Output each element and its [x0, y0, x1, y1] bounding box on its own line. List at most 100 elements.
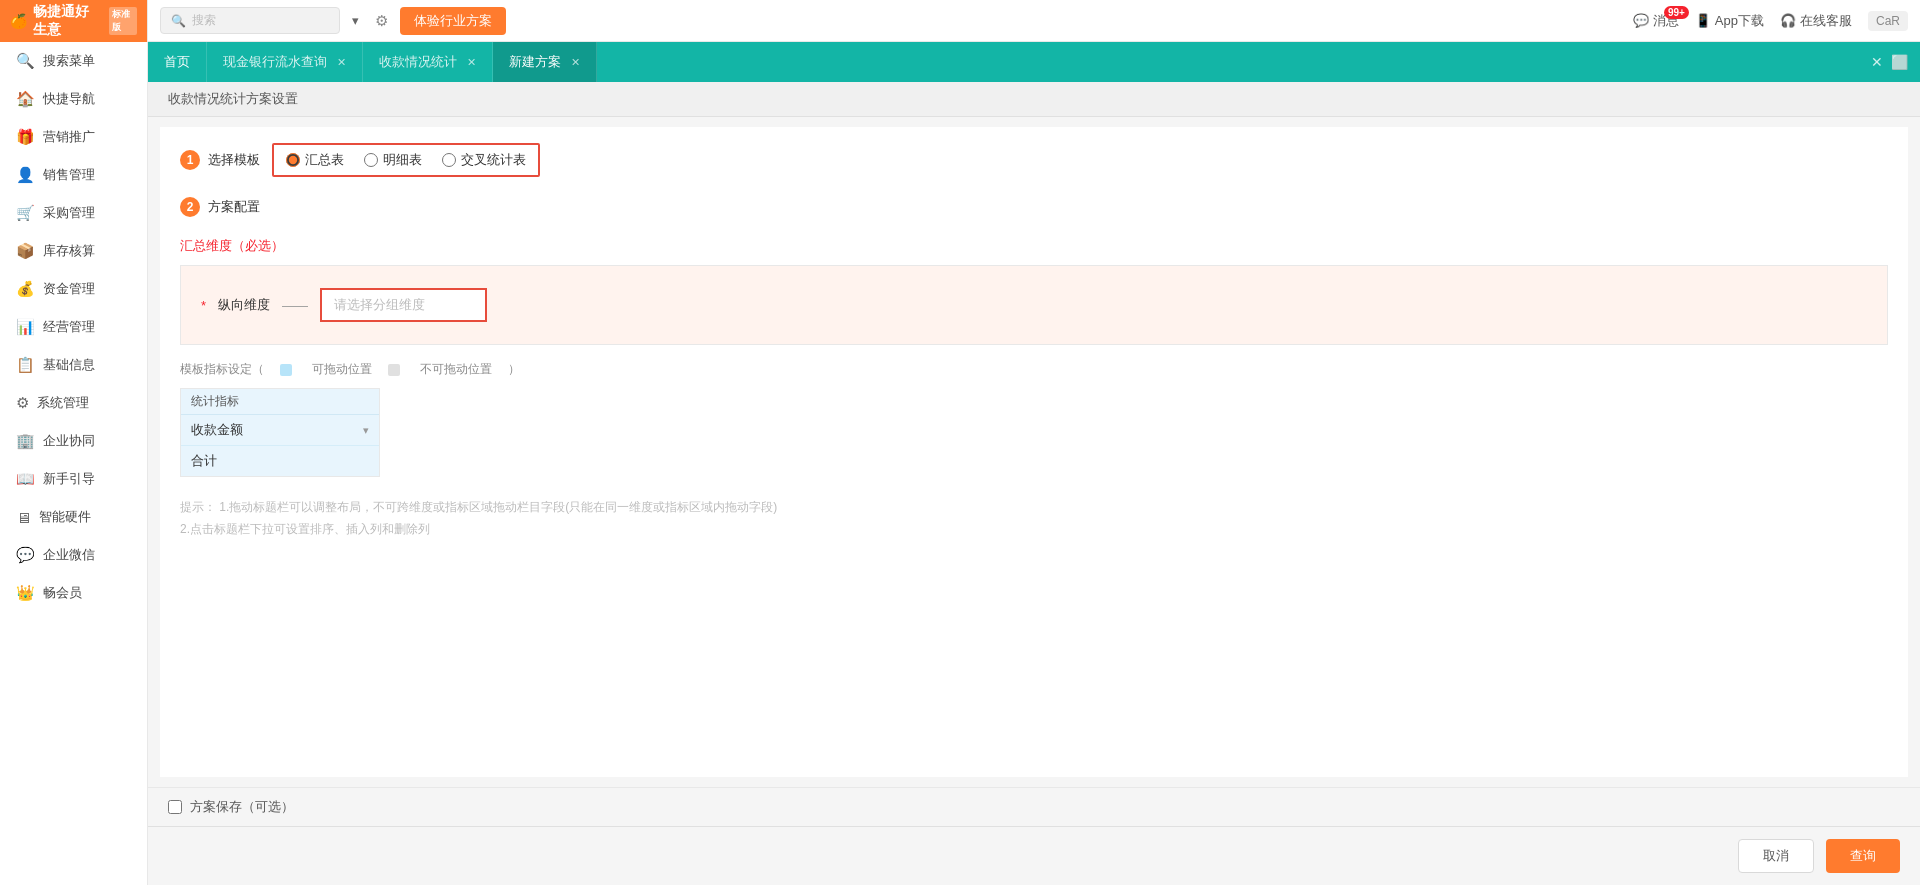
radio-summary-input[interactable]: [286, 153, 300, 167]
logo-badge: 标准版: [109, 7, 137, 35]
sidebar-item-system[interactable]: ⚙ 系统管理: [0, 384, 147, 422]
indicator-section: 模板指标设定（ 可拖动位置 不可拖动位置 ） 统计指标 收款金额 ▾ 合计: [180, 361, 1888, 477]
draggable-color-dot: [280, 364, 292, 376]
sidebar-item-guide[interactable]: 📖 新手引导: [0, 460, 147, 498]
nav-tabs: 首页 现金银行流水查询 ✕ 收款情况统计 ✕ 新建方案 ✕ ✕ ⬜: [148, 42, 1920, 82]
radio-summary[interactable]: 汇总表: [286, 151, 344, 169]
stat-indicator-total: 合计: [181, 446, 379, 476]
hint-close: ）: [508, 361, 520, 378]
topbar-gear-icon[interactable]: ⚙: [375, 12, 388, 30]
topbar-search-icon: 🔍: [171, 14, 186, 28]
step1-row: 1 选择模板 汇总表 明细表 交叉统计表: [180, 143, 1888, 177]
sidebar-item-label: 系统管理: [37, 394, 89, 412]
radio-crosstab-input[interactable]: [442, 153, 456, 167]
radio-detail-label: 明细表: [383, 151, 422, 169]
industry-plan-button[interactable]: 体验行业方案: [400, 7, 506, 35]
box-icon: 📦: [16, 242, 35, 260]
sidebar-item-finance[interactable]: 💰 资金管理: [0, 270, 147, 308]
radio-detail-input[interactable]: [364, 153, 378, 167]
sidebar-item-label: 库存核算: [43, 242, 95, 260]
sidebar-item-label: 销售管理: [43, 166, 95, 184]
tab-bank-flow[interactable]: 现金银行流水查询 ✕: [207, 42, 363, 82]
logo-icon: 🍊: [10, 13, 27, 29]
save-row: 方案保存（可选）: [148, 787, 1920, 826]
tab-bank-flow-label: 现金银行流水查询: [223, 53, 327, 71]
save-checkbox[interactable]: [168, 800, 182, 814]
dimension-box: * 纵向维度 —— 请选择分组维度: [180, 265, 1888, 345]
dimension-select[interactable]: 请选择分组维度: [320, 288, 487, 322]
message-icon-item[interactable]: 💬 消息 99+: [1633, 12, 1679, 30]
main-area: 🔍 搜索 ▾ ⚙ 体验行业方案 💬 消息 99+ 📱 App下载 🎧 在线客服 …: [148, 0, 1920, 885]
draggable-label: 可拖动位置: [312, 361, 372, 378]
footer-bar: 取消 查询: [148, 826, 1920, 885]
sidebar-item-quick-nav[interactable]: 🏠 快捷导航: [0, 80, 147, 118]
chart-icon: 📊: [16, 318, 35, 336]
radio-detail[interactable]: 明细表: [364, 151, 422, 169]
topbar-dropdown-arrow[interactable]: ▾: [352, 13, 359, 28]
tab-receipt-stats-close[interactable]: ✕: [467, 56, 476, 69]
sidebar-item-basic-info[interactable]: 📋 基础信息: [0, 346, 147, 384]
nodrag-label: 不可拖动位置: [420, 361, 492, 378]
sidebar-item-label: 经营管理: [43, 318, 95, 336]
online-service-label: 在线客服: [1800, 12, 1852, 30]
tab-receipt-stats[interactable]: 收款情况统计 ✕: [363, 42, 493, 82]
radio-crosstab[interactable]: 交叉统计表: [442, 151, 526, 169]
logo-text: 畅捷通好生意: [33, 3, 103, 39]
asterisk-icon: *: [201, 298, 206, 313]
message-icon: 💬: [1633, 13, 1649, 28]
indicator-hint-prefix: 模板指标设定（: [180, 361, 264, 378]
sidebar-item-smart-hw[interactable]: 🖥 智能硬件: [0, 498, 147, 536]
sidebar-item-wechat[interactable]: 💬 企业微信: [0, 536, 147, 574]
sidebar-item-label: 采购管理: [43, 204, 95, 222]
sidebar: 🍊 畅捷通好生意 标准版 🔍 搜索菜单 🏠 快捷导航 🎁 营销推广 👤 销售管理…: [0, 0, 148, 885]
close-window-icon[interactable]: ✕: [1871, 54, 1883, 70]
tab-new-plan-close[interactable]: ✕: [571, 56, 580, 69]
sidebar-item-member[interactable]: 👑 畅会员: [0, 574, 147, 612]
tab-new-plan[interactable]: 新建方案 ✕: [493, 42, 597, 82]
radio-summary-label: 汇总表: [305, 151, 344, 169]
user-info[interactable]: CaR: [1868, 11, 1908, 31]
form-section: 1 选择模板 汇总表 明细表 交叉统计表: [160, 127, 1908, 777]
tab-home-label: 首页: [164, 53, 190, 71]
sidebar-item-label: 企业协同: [43, 432, 95, 450]
template-options: 汇总表 明细表 交叉统计表: [272, 143, 540, 177]
maximize-window-icon[interactable]: ⬜: [1891, 54, 1908, 70]
radio-crosstab-label: 交叉统计表: [461, 151, 526, 169]
sidebar-item-label: 基础信息: [43, 356, 95, 374]
stat-indicator-item-revenue[interactable]: 收款金额 ▾: [181, 415, 379, 446]
sidebar-item-enterprise[interactable]: 🏢 企业协同: [0, 422, 147, 460]
query-button[interactable]: 查询: [1826, 839, 1900, 873]
tab-bank-flow-close[interactable]: ✕: [337, 56, 346, 69]
user-icon: 👤: [16, 166, 35, 184]
step2-badge: 2: [180, 197, 200, 217]
sidebar-item-label: 畅会员: [43, 584, 82, 602]
tip1-content: 1.拖动标题栏可以调整布局，不可跨维度或指标区域拖动栏目字段(只能在同一维度或指…: [219, 500, 777, 514]
sidebar-item-label: 资金管理: [43, 280, 95, 298]
tips-area: 提示： 1.拖动标题栏可以调整布局，不可跨维度或指标区域拖动栏目字段(只能在同一…: [180, 497, 1888, 540]
message-badge: 99+: [1664, 6, 1689, 19]
chevron-down-icon[interactable]: ▾: [363, 424, 369, 437]
sidebar-item-label: 搜索菜单: [43, 52, 95, 70]
sidebar-item-purchase[interactable]: 🛒 采购管理: [0, 194, 147, 232]
monitor-icon: 🖥: [16, 509, 31, 526]
sidebar-item-inventory[interactable]: 📦 库存核算: [0, 232, 147, 270]
online-service-item[interactable]: 🎧 在线客服: [1780, 12, 1852, 30]
indicator-hint: 模板指标设定（ 可拖动位置 不可拖动位置 ）: [180, 361, 1888, 378]
app-download-item[interactable]: 📱 App下载: [1695, 12, 1764, 30]
cancel-button[interactable]: 取消: [1738, 839, 1814, 873]
sidebar-item-search-menu[interactable]: 🔍 搜索菜单: [0, 42, 147, 80]
search-menu-icon: 🔍: [16, 52, 35, 70]
arrow-icon: ——: [282, 298, 308, 313]
search-box[interactable]: 🔍 搜索: [160, 7, 340, 34]
tab-new-plan-label: 新建方案: [509, 53, 561, 71]
sidebar-item-sales[interactable]: 👤 销售管理: [0, 156, 147, 194]
gear-sidebar-icon: ⚙: [16, 394, 29, 412]
page-breadcrumb: 收款情况统计方案设置: [148, 82, 1920, 117]
app-icon: 📱: [1695, 13, 1711, 28]
tip2-text: 2.点击标题栏下拉可设置排序、插入列和删除列: [180, 519, 1888, 541]
tab-home[interactable]: 首页: [148, 42, 207, 82]
sidebar-item-operation[interactable]: 📊 经营管理: [0, 308, 147, 346]
chat-icon: 💬: [16, 546, 35, 564]
sidebar-item-marketing[interactable]: 🎁 营销推广: [0, 118, 147, 156]
revenue-label: 收款金额: [191, 421, 243, 439]
